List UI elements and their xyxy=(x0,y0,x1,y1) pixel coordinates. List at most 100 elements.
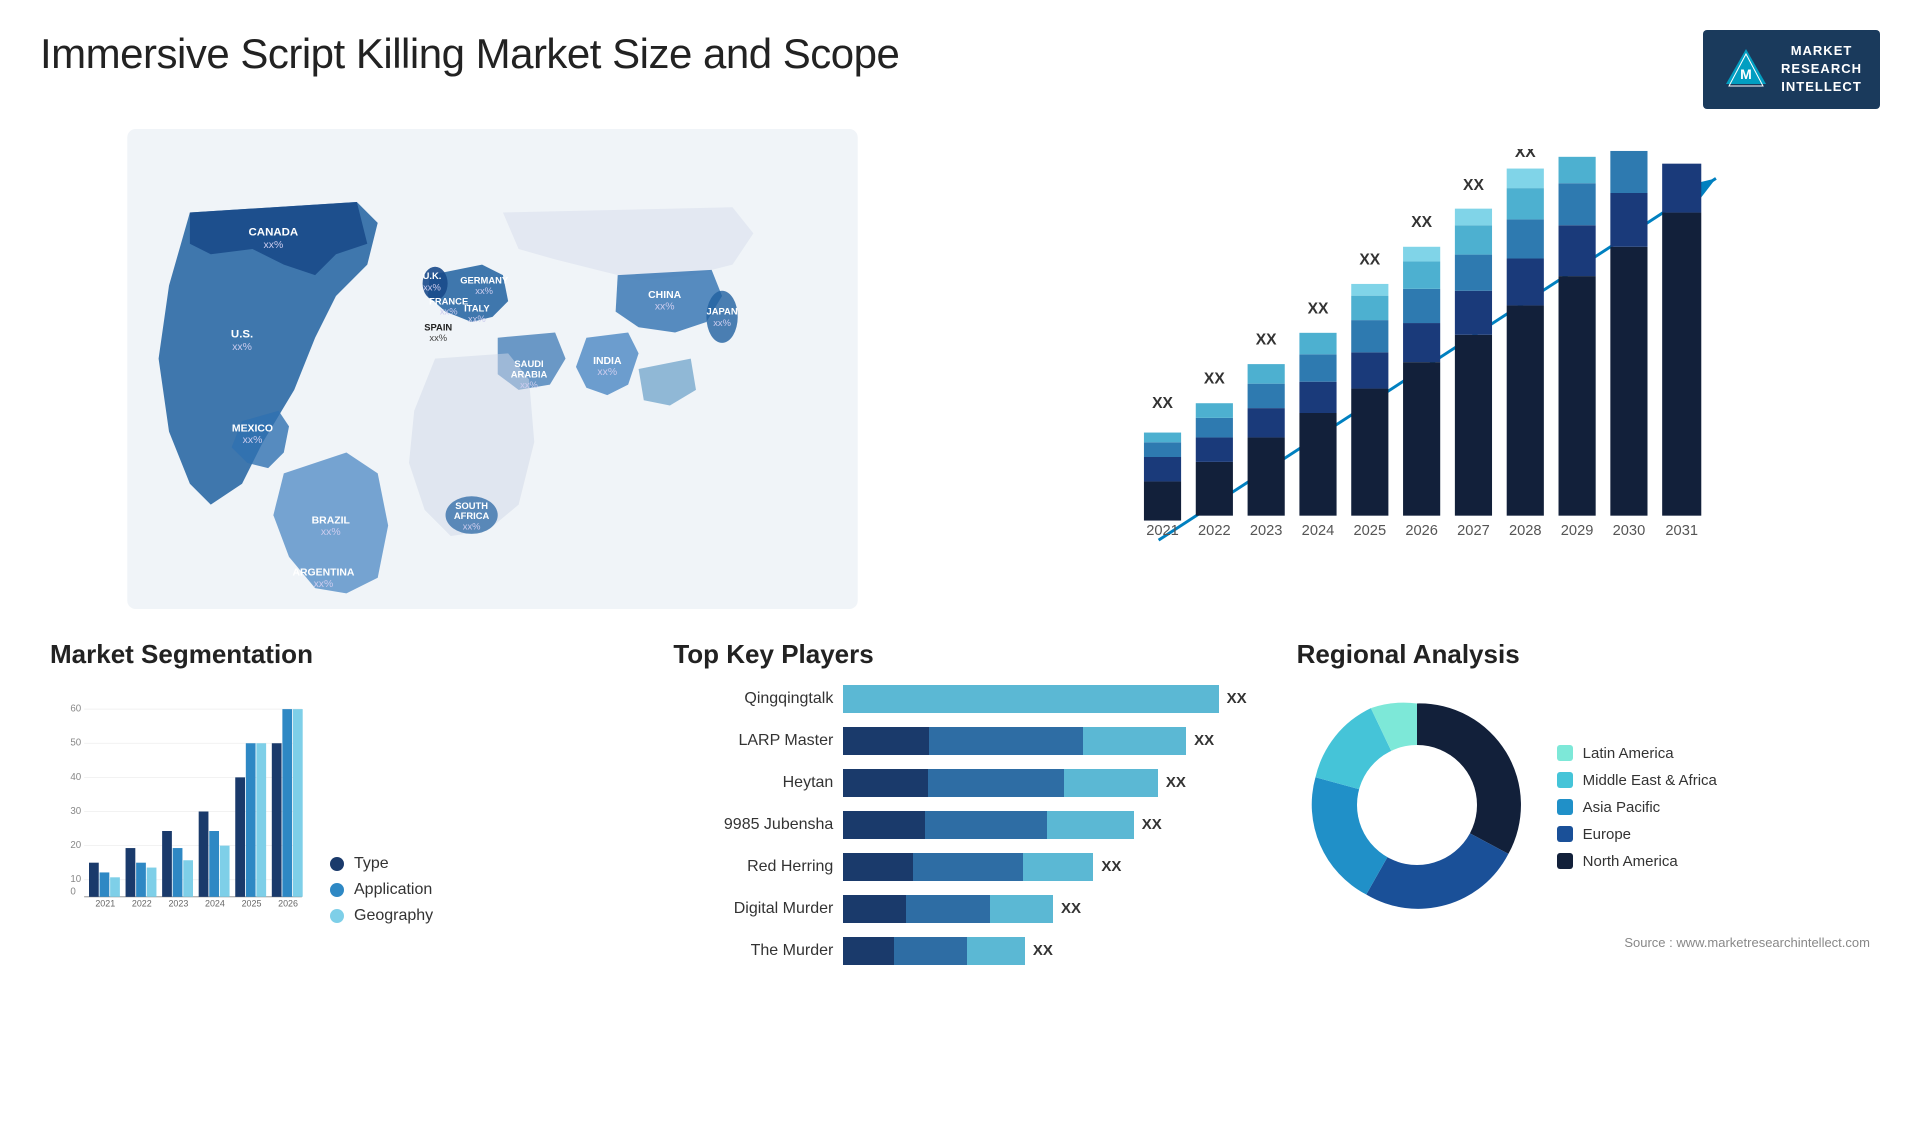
svg-text:SPAIN: SPAIN xyxy=(424,321,452,332)
bar-mid xyxy=(925,811,1047,839)
europe-label: Europe xyxy=(1583,826,1631,843)
segmentation-section: Market Segmentation 60 50 40 30 20 10 0 xyxy=(40,629,633,989)
svg-text:50: 50 xyxy=(70,737,81,748)
svg-text:2030: 2030 xyxy=(1613,523,1646,539)
svg-text:2024: 2024 xyxy=(1302,523,1335,539)
player-bar-container: XX xyxy=(843,685,1246,713)
svg-text:CANADA: CANADA xyxy=(249,226,299,238)
svg-text:XX: XX xyxy=(1152,395,1173,412)
player-value: XX xyxy=(1061,900,1081,917)
segmentation-legend: Type Application Geography xyxy=(330,855,433,925)
europe-color xyxy=(1557,826,1573,842)
svg-text:MEXICO: MEXICO xyxy=(232,423,273,434)
asia-pacific-label: Asia Pacific xyxy=(1583,799,1661,816)
svg-text:10: 10 xyxy=(70,874,81,885)
seg-chart-svg: 60 50 40 30 20 10 0 xyxy=(50,685,310,925)
svg-text:ITALY: ITALY xyxy=(464,302,490,313)
svg-text:U.K.: U.K. xyxy=(423,270,442,281)
bar-dark xyxy=(843,811,924,839)
svg-text:0: 0 xyxy=(70,886,76,897)
svg-text:2025: 2025 xyxy=(242,898,262,908)
player-bar-container: XX xyxy=(843,937,1246,965)
player-bar xyxy=(843,685,1218,713)
svg-text:CHINA: CHINA xyxy=(648,290,681,301)
svg-text:U.S.: U.S. xyxy=(231,328,253,340)
svg-text:AFRICA: AFRICA xyxy=(454,510,490,521)
world-map-svg: CANADA xx% U.S. xx% MEXICO xx% BRAZIL xx… xyxy=(40,129,945,609)
svg-text:2022: 2022 xyxy=(1198,523,1231,539)
svg-text:SAUDI: SAUDI xyxy=(514,357,543,368)
bar-mid xyxy=(894,937,967,965)
player-value: XX xyxy=(1101,858,1121,875)
latin-america-label: Latin America xyxy=(1583,745,1674,762)
svg-text:GERMANY: GERMANY xyxy=(460,274,509,285)
player-bar-container: XX xyxy=(843,727,1246,755)
player-bar xyxy=(843,769,1158,797)
players-section: Top Key Players Qingqingtalk XX LARP Mas… xyxy=(663,629,1256,989)
svg-text:xx%: xx% xyxy=(314,579,334,590)
bar-chart-svg: XX 2021 XX 2022 XX 2023 xyxy=(995,149,1860,589)
source-text: Source : www.marketresearchintellect.com xyxy=(1297,935,1870,950)
player-bar xyxy=(843,811,1133,839)
player-value: XX xyxy=(1166,774,1186,791)
bar-dark xyxy=(843,853,913,881)
svg-text:xx%: xx% xyxy=(475,284,493,295)
bar-light xyxy=(967,937,1025,965)
svg-text:ARGENTINA: ARGENTINA xyxy=(292,567,354,578)
legend-middle-east: Middle East & Africa xyxy=(1557,772,1717,789)
player-bar-container: XX xyxy=(843,853,1246,881)
players-title: Top Key Players xyxy=(673,639,1246,670)
svg-text:2023: 2023 xyxy=(168,898,188,908)
svg-text:2025: 2025 xyxy=(1354,523,1387,539)
regional-container: Latin America Middle East & Africa Asia … xyxy=(1297,685,1870,930)
svg-text:2022: 2022 xyxy=(132,898,152,908)
logo-icon: M xyxy=(1721,44,1771,94)
bar-mid xyxy=(906,895,990,923)
player-name: 9985 Jubensha xyxy=(673,816,833,834)
svg-text:xx%: xx% xyxy=(463,520,481,531)
svg-text:XX: XX xyxy=(1411,214,1432,231)
player-bar-container: XX xyxy=(843,769,1246,797)
svg-text:2021: 2021 xyxy=(1146,523,1179,539)
player-row: Digital Murder XX xyxy=(673,895,1246,923)
legend-application: Application xyxy=(330,881,433,899)
segmentation-title: Market Segmentation xyxy=(50,639,623,670)
bar-light xyxy=(1083,727,1186,755)
svg-text:2021: 2021 xyxy=(95,898,115,908)
header: Immersive Script Killing Market Size and… xyxy=(40,30,1880,109)
legend-latin-america: Latin America xyxy=(1557,745,1717,762)
regional-legend: Latin America Middle East & Africa Asia … xyxy=(1557,745,1717,870)
svg-text:XX: XX xyxy=(1515,149,1536,161)
svg-text:xx%: xx% xyxy=(429,331,447,342)
player-row: Red Herring XX xyxy=(673,853,1246,881)
bar-light xyxy=(1023,853,1093,881)
player-bar xyxy=(843,727,1186,755)
legend-europe: Europe xyxy=(1557,826,1717,843)
svg-text:xx%: xx% xyxy=(321,526,341,537)
svg-text:xx%: xx% xyxy=(713,317,731,328)
bar-light xyxy=(1064,769,1158,797)
legend-north-america: North America xyxy=(1557,853,1717,870)
player-value: XX xyxy=(1227,690,1247,707)
bar-light xyxy=(843,685,1218,713)
bar-mid xyxy=(913,853,1023,881)
svg-text:xx%: xx% xyxy=(655,301,675,312)
bar-mid xyxy=(928,769,1063,797)
player-name: Qingqingtalk xyxy=(673,690,833,708)
svg-text:xx%: xx% xyxy=(264,240,284,251)
player-name: Red Herring xyxy=(673,858,833,876)
svg-text:FRANCE: FRANCE xyxy=(429,295,468,306)
bar-light xyxy=(1047,811,1134,839)
svg-text:xx%: xx% xyxy=(243,435,263,446)
bar-dark xyxy=(843,937,894,965)
player-row: Heytan XX xyxy=(673,769,1246,797)
north-america-color xyxy=(1557,853,1573,869)
player-name: LARP Master xyxy=(673,732,833,750)
latin-america-color xyxy=(1557,745,1573,761)
svg-text:xx%: xx% xyxy=(423,281,441,292)
bar-mid xyxy=(929,727,1083,755)
player-name: Heytan xyxy=(673,774,833,792)
svg-text:XX: XX xyxy=(1359,251,1380,268)
middle-east-label: Middle East & Africa xyxy=(1583,772,1717,789)
svg-text:2023: 2023 xyxy=(1250,523,1283,539)
